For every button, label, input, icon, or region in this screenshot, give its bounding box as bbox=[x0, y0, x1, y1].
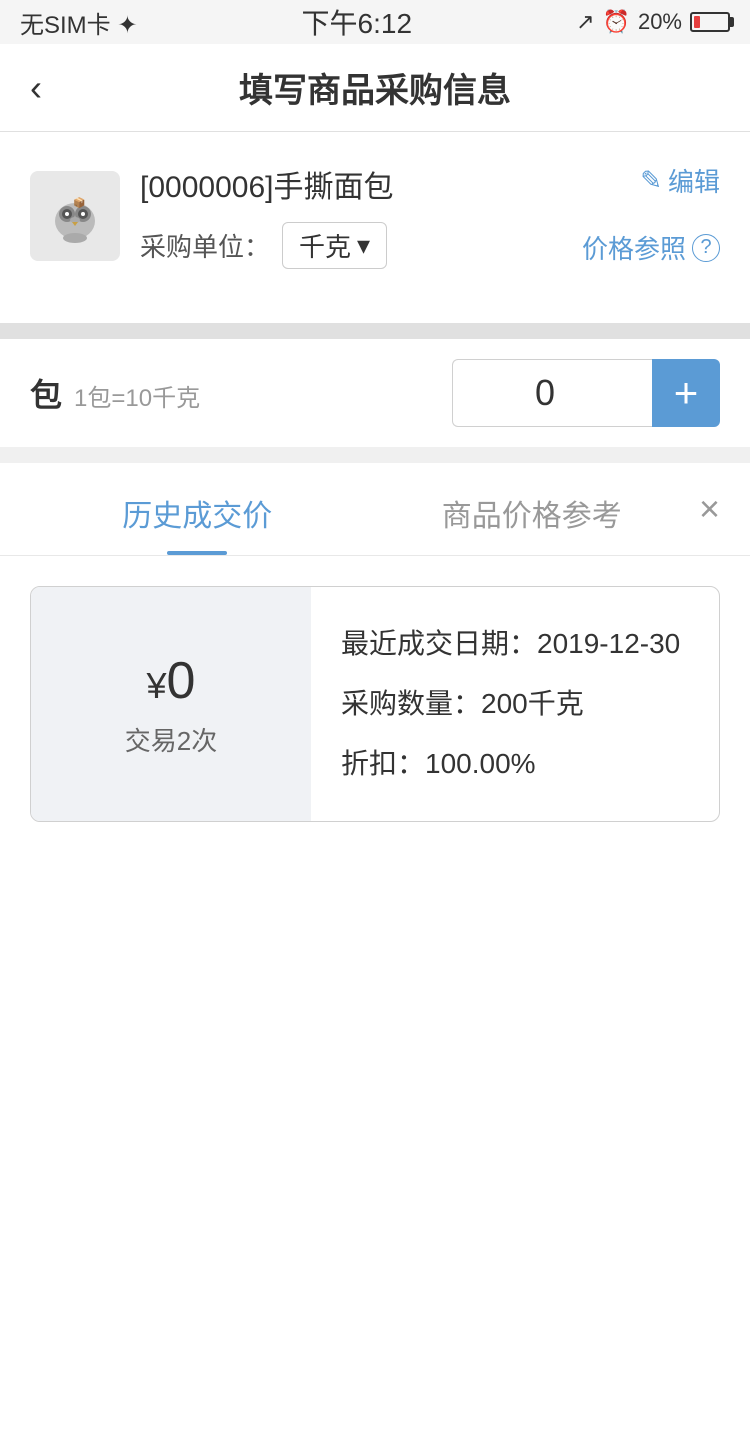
quantity-input[interactable] bbox=[452, 359, 652, 427]
price-ref-button[interactable]: 价格参照 ? bbox=[582, 229, 720, 266]
unit-value: 千克 bbox=[299, 227, 351, 264]
section-divider bbox=[0, 323, 750, 339]
tabs-header: 历史成交价 商品价格参考 × bbox=[0, 463, 750, 556]
currency-symbol: ¥ bbox=[147, 665, 167, 706]
battery-percent: 20% bbox=[638, 9, 682, 35]
card-trades: 交易2次 bbox=[125, 721, 217, 758]
detail-quantity: 采购数量：200千克 bbox=[341, 683, 689, 725]
unit-label: 采购单位： bbox=[140, 227, 270, 264]
nav-bar: ‹ 填写商品采购信息 bbox=[0, 44, 750, 132]
quantity-unit: 包 bbox=[30, 370, 62, 416]
product-image-icon: 📦 bbox=[45, 186, 105, 246]
price-value: 0 bbox=[167, 652, 196, 710]
product-thumbnail: 📦 bbox=[30, 171, 120, 261]
carrier-text: 无SIM卡 ✦ bbox=[20, 5, 137, 40]
quantity-label: 包 1包=10千克 bbox=[30, 370, 200, 416]
product-left: 📦 [0000006]手撕面包 采购单位： 千克 ▾ bbox=[30, 162, 393, 269]
status-left: 无SIM卡 ✦ bbox=[20, 5, 137, 40]
battery-icon bbox=[690, 12, 730, 32]
detail-discount: 折扣：100.00% bbox=[341, 743, 689, 785]
back-button[interactable]: ‹ bbox=[30, 67, 42, 109]
detail-date: 最近成交日期：2019-12-30 bbox=[341, 623, 689, 665]
page-title: 填写商品采购信息 bbox=[239, 63, 511, 112]
price-ref-help-icon: ? bbox=[692, 234, 720, 262]
product-name-row: [0000006]手撕面包 采购单位： 千克 ▾ bbox=[140, 162, 393, 269]
card-price: ¥0 bbox=[147, 651, 196, 711]
tab-content: ¥0 交易2次 最近成交日期：2019-12-30 采购数量：200千克 折扣：… bbox=[0, 556, 750, 852]
dropdown-arrow-icon: ▾ bbox=[357, 230, 370, 261]
transaction-card: ¥0 交易2次 最近成交日期：2019-12-30 采购数量：200千克 折扣：… bbox=[30, 586, 720, 822]
bottom-area bbox=[0, 852, 750, 1452]
tabs-close-button[interactable]: × bbox=[699, 468, 720, 550]
tabs-section: 历史成交价 商品价格参考 × ¥0 交易2次 最近成交日期：2019-12-30… bbox=[0, 463, 750, 1452]
alarm-icon: ⏰ bbox=[603, 9, 630, 35]
status-time: 下午6:12 bbox=[302, 2, 413, 42]
quantity-input-row: + bbox=[452, 359, 720, 427]
quantity-section: 包 1包=10千克 + bbox=[0, 339, 750, 447]
status-right: ↗ ⏰ 20% bbox=[576, 9, 730, 35]
quantity-plus-button[interactable]: + bbox=[652, 359, 720, 427]
product-unit-row: 采购单位： 千克 ▾ bbox=[140, 222, 393, 269]
product-name: [0000006]手撕面包 bbox=[140, 162, 393, 206]
edit-button[interactable]: ✎ 编辑 bbox=[640, 162, 720, 199]
svg-text:📦: 📦 bbox=[73, 196, 85, 209]
tab-price-reference[interactable]: 商品价格参考 bbox=[364, 463, 698, 555]
product-header: 📦 [0000006]手撕面包 采购单位： 千克 ▾ ✎ 编辑 bbox=[30, 162, 720, 269]
tab-history-price[interactable]: 历史成交价 bbox=[30, 463, 364, 555]
quantity-conversion: 1包=10千克 bbox=[74, 378, 200, 413]
unit-dropdown[interactable]: 千克 ▾ bbox=[282, 222, 387, 269]
edit-icon: ✎ bbox=[640, 165, 662, 196]
status-bar: 无SIM卡 ✦ 下午6:12 ↗ ⏰ 20% bbox=[0, 0, 750, 44]
card-details: 最近成交日期：2019-12-30 采购数量：200千克 折扣：100.00% bbox=[311, 587, 719, 821]
location-icon: ↗ bbox=[576, 9, 594, 35]
card-price-summary: ¥0 交易2次 bbox=[31, 587, 311, 821]
product-section: 📦 [0000006]手撕面包 采购单位： 千克 ▾ ✎ 编辑 bbox=[0, 132, 750, 323]
